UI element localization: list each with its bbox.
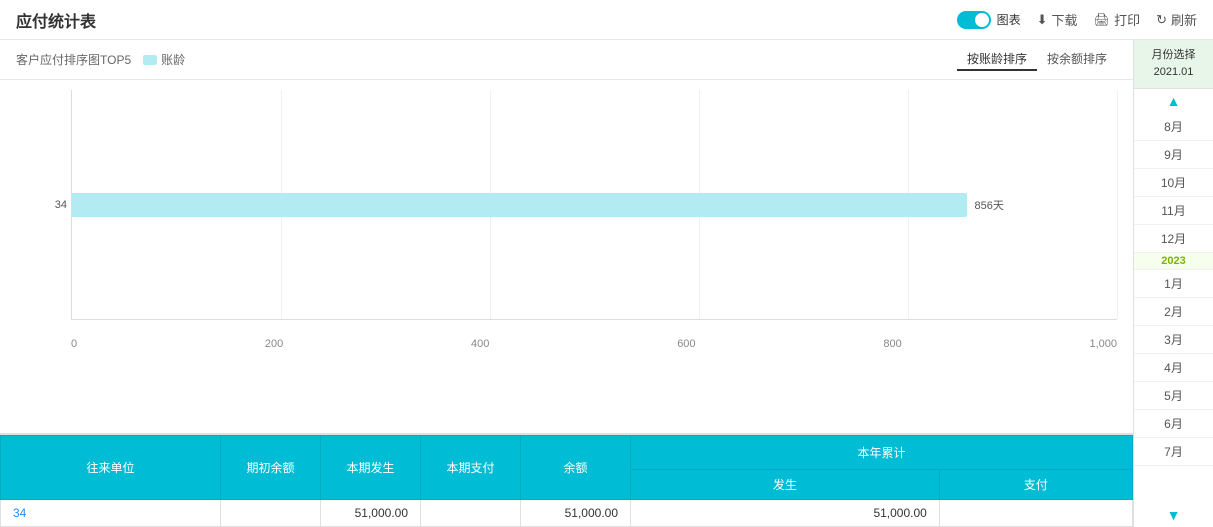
header-actions: 图表 ⬇ 下载 🖨 打印 ↻ 刷新 (957, 10, 1197, 29)
page-title: 应付统计表 (16, 8, 96, 32)
x-tick-600: 600 (677, 338, 695, 350)
row-current-occur: 51,000.00 (321, 500, 421, 527)
chart-header: 客户应付排序图TOP5 账龄 按账龄排序 按余额排序 (0, 40, 1133, 80)
table-body: 34 51,000.00 51,000.00 51,000.00 (1, 500, 1133, 527)
sidebar-item-7[interactable]: 7月 (1134, 438, 1213, 466)
col-balance: 余额 (521, 436, 631, 500)
sidebar-item-3[interactable]: 3月 (1134, 326, 1213, 354)
chart-legend: 客户应付排序图TOP5 账龄 (16, 51, 185, 68)
row-current-pay (421, 500, 521, 527)
sidebar-item-1[interactable]: 1月 (1134, 270, 1213, 298)
col-unit: 往来单位 (1, 436, 221, 500)
print-icon: 🖨 (1094, 12, 1111, 28)
row-balance: 51,000.00 (521, 500, 631, 527)
table-section: 往来单位 期初余额 本期发生 本期支付 余额 本年累计 发生 支付 (0, 433, 1133, 527)
row-ytd-pay (939, 500, 1132, 527)
sidebar-item-2[interactable]: 2月 (1134, 298, 1213, 326)
legend-name: 账龄 (161, 51, 185, 68)
sidebar-header: 月份选择 (1134, 40, 1213, 89)
sidebar-item-4[interactable]: 4月 (1134, 354, 1213, 382)
sidebar-year-2023: 2023 (1134, 253, 1213, 270)
x-tick-0: 0 (71, 338, 77, 350)
refresh-button[interactable]: ↻ 刷新 (1156, 10, 1197, 29)
row-unit[interactable]: 34 (1, 500, 221, 527)
x-tick-1000: 1,000 (1089, 338, 1117, 350)
sidebar: 月份选择 ▲ 8月 9月 10月 11月 12月 2023 1月 2月 3月 4… (1133, 40, 1213, 527)
sidebar-item-6[interactable]: 6月 (1134, 410, 1213, 438)
x-tick-400: 400 (471, 338, 489, 350)
sort-by-balance-tab[interactable]: 按余额排序 (1037, 48, 1117, 71)
sidebar-down-button[interactable]: ▼ (1134, 503, 1213, 527)
sidebar-item-12[interactable]: 12月 (1134, 225, 1213, 253)
sidebar-item-8[interactable]: 8月 (1134, 113, 1213, 141)
sidebar-item-9[interactable]: 9月 (1134, 141, 1213, 169)
bar-y-label: 34 (27, 199, 67, 211)
bar-value-label: 856天 (975, 197, 1004, 213)
table-row: 34 51,000.00 51,000.00 51,000.00 (1, 500, 1133, 527)
download-label: 下载 (1052, 10, 1078, 29)
legend-color-item: 账龄 (143, 51, 185, 68)
sort-tabs: 按账龄排序 按余额排序 (957, 48, 1117, 71)
app-container: 应付统计表 图表 ⬇ 下载 🖨 打印 ↻ 刷新 (0, 0, 1213, 527)
table-header-row: 往来单位 期初余额 本期发生 本期支付 余额 本年累计 (1, 436, 1133, 470)
chart-toggle-label: 图表 (997, 11, 1021, 28)
sidebar-month-list: 8月 9月 10月 11月 12月 2023 1月 2月 3月 4月 5月 6月… (1134, 113, 1213, 503)
print-label: 打印 (1114, 10, 1140, 29)
chart-toggle[interactable] (957, 11, 991, 29)
data-table: 往来单位 期初余额 本期发生 本期支付 余额 本年累计 发生 支付 (0, 435, 1133, 527)
col-ytd-pay: 支付 (939, 470, 1132, 500)
col-current-pay: 本期支付 (421, 436, 521, 500)
chart-toggle-wrapper: 图表 (957, 11, 1021, 29)
main-content: 客户应付排序图TOP5 账龄 按账龄排序 按余额排序 (0, 40, 1213, 527)
row-opening (221, 500, 321, 527)
sidebar-up-button[interactable]: ▲ (1134, 89, 1213, 113)
chevron-down-icon: ▼ (1167, 507, 1181, 523)
sidebar-item-11[interactable]: 11月 (1134, 197, 1213, 225)
col-opening: 期初余额 (221, 436, 321, 500)
x-tick-800: 800 (883, 338, 901, 350)
chevron-up-icon: ▲ (1167, 93, 1181, 109)
sidebar-title: 月份选择 (1138, 46, 1209, 62)
refresh-icon: ↻ (1156, 12, 1167, 28)
sidebar-item-10[interactable]: 10月 (1134, 169, 1213, 197)
sort-by-amount-tab[interactable]: 按账龄排序 (957, 48, 1037, 71)
table-wrapper: 往来单位 期初余额 本期发生 本期支付 余额 本年累计 发生 支付 (0, 435, 1133, 527)
col-current-occur: 本期发生 (321, 436, 421, 500)
legend-text: 客户应付排序图TOP5 (16, 51, 131, 68)
year-input[interactable] (1138, 62, 1209, 82)
refresh-label: 刷新 (1171, 10, 1197, 29)
bar-fill (72, 193, 967, 217)
legend-item: 客户应付排序图TOP5 (16, 51, 131, 68)
sidebar-item-5[interactable]: 5月 (1134, 382, 1213, 410)
col-ytd: 本年累计 (631, 436, 1133, 470)
chart-section: 客户应付排序图TOP5 账龄 按账龄排序 按余额排序 (0, 40, 1133, 527)
download-icon: ⬇ (1037, 12, 1048, 28)
row-ytd-occur: 51,000.00 (631, 500, 940, 527)
header: 应付统计表 图表 ⬇ 下载 🖨 打印 ↻ 刷新 (0, 0, 1213, 40)
legend-color-box (143, 55, 157, 65)
download-button[interactable]: ⬇ 下载 (1037, 10, 1078, 29)
x-tick-200: 200 (265, 338, 283, 350)
col-ytd-occur: 发生 (631, 470, 940, 500)
chart-area: 34 856天 0 200 400 600 (0, 80, 1133, 433)
print-button[interactable]: 🖨 打印 (1094, 10, 1141, 29)
